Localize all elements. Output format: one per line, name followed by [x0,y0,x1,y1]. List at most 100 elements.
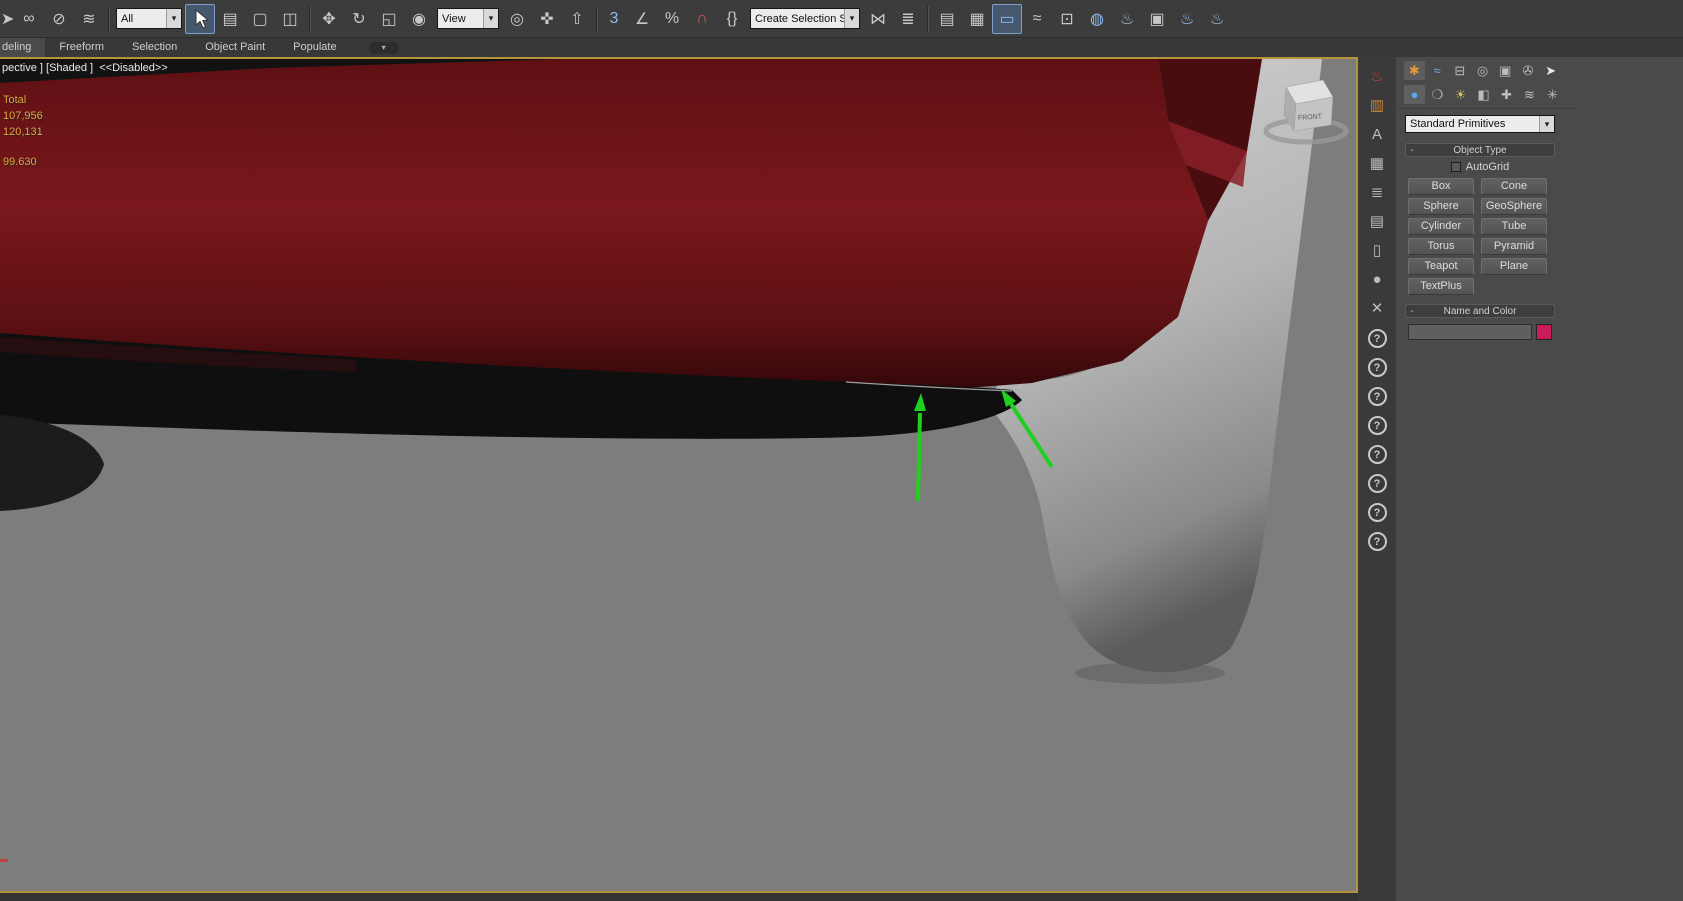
keyboard-override-toggle[interactable]: ⇧ [562,4,592,34]
bind-to-space-warp-button[interactable]: ≋ [74,4,104,34]
unknown-plugin-button[interactable]: ? [1367,474,1387,493]
render-production-button[interactable]: ♨ [1172,4,1202,34]
object-name-input[interactable] [1408,324,1532,340]
selection-filter-dropdown[interactable]: All ▾ [116,8,182,29]
unknown-plugin-button[interactable]: ? [1367,532,1387,551]
angle-snap-button[interactable]: ∠ [627,4,657,34]
use-pivot-center-button[interactable]: ◎ [502,4,532,34]
category-cameras[interactable]: ◧ [1473,85,1494,104]
named-selection-sets-combo[interactable]: Create Selection Se ▾ [750,8,860,29]
render-flyout-button[interactable]: ♨ [1202,4,1232,34]
ribbon-minimize-toggle[interactable]: ▾ [368,41,399,54]
sphere-tool-button[interactable]: ● [1364,266,1390,292]
toolbar-edge-button[interactable]: ➤ [0,4,14,34]
tab-modify[interactable]: ≈ [1427,61,1448,80]
column-tool-button[interactable]: ▯ [1364,237,1390,263]
category-systems[interactable]: ✳ [1542,85,1563,104]
select-object-button[interactable]: ↖ [185,3,215,34]
ribbon-toggle[interactable]: ▭ [992,3,1022,34]
checker-tool-button[interactable]: ▦ [1364,150,1390,176]
snap-3d-icon: 3 [609,9,619,27]
select-and-move-button[interactable]: ✥ [314,4,344,34]
select-and-scale-button[interactable]: ◱ [374,4,404,34]
tab-utilities[interactable]: ✇ [1518,61,1539,80]
plane-button[interactable]: Plane [1481,258,1547,275]
unknown-plugin-button[interactable]: ? [1367,416,1387,435]
object-type-rollout-title: Object Type [1453,144,1507,156]
selection-region-button[interactable]: ▢ [245,4,275,34]
unknown-plugin-button[interactable]: ? [1367,445,1387,464]
primitives-dropdown[interactable]: Standard Primitives ▾ [1405,115,1555,133]
reference-coordinate-dropdown[interactable]: View ▾ [437,8,499,29]
edit-named-selections-button[interactable]: {} [717,4,747,34]
select-and-place-button[interactable]: ◉ [404,4,434,34]
category-space-warps[interactable]: ≋ [1519,85,1540,104]
category-helpers[interactable]: ✚ [1496,85,1517,104]
unknown-plugin-button[interactable]: ? [1367,387,1387,406]
viewport-canvas[interactable]: FRONT [0,59,1356,891]
box-button[interactable]: Box [1408,178,1474,195]
cylinder-button[interactable]: Cylinder [1408,218,1474,235]
autogrid-checkbox[interactable] [1450,162,1461,172]
cone-button[interactable]: Cone [1481,178,1547,195]
tab-motion[interactable]: ◎ [1472,61,1493,80]
ribbon-tab-freeform[interactable]: Freeform [45,38,118,57]
unknown-plugin-button[interactable]: ? [1367,503,1387,522]
unlink-selection-button[interactable]: ⊘ [44,4,74,34]
teapot-tool-button[interactable]: ♨ [1364,63,1390,89]
category-shapes[interactable]: ❍ [1427,85,1448,104]
tab-hierarchy[interactable]: ⊟ [1449,61,1470,80]
panel-menu-button[interactable]: ➤ [1540,61,1561,80]
category-geometry[interactable]: ● [1404,85,1425,104]
sphere-button[interactable]: Sphere [1408,198,1474,215]
schematic-view-button[interactable]: ⊡ [1052,4,1082,34]
tube-button[interactable]: Tube [1481,218,1547,235]
align-button[interactable]: ≣ [893,4,923,34]
category-lights[interactable]: ☀ [1450,85,1471,104]
snap-toggle-3d-button[interactable]: 3 [601,4,627,34]
viewport-label[interactable]: pective ] [Shaded ] <<Disabled>> [2,62,168,74]
mirror-button[interactable]: ⋈ [863,4,893,34]
car-body-mesh[interactable] [0,59,1208,390]
select-by-name-button[interactable]: ▤ [215,4,245,34]
display-icon: ▣ [1499,62,1512,78]
frame-icon: ▣ [1149,10,1165,28]
object-color-swatch[interactable] [1536,324,1552,340]
ribbon-tab-modeling[interactable]: deling [0,38,46,57]
status-bar-strip [0,893,1358,901]
spinner-snap-button[interactable]: ∩ [687,4,717,34]
percent-snap-button[interactable]: % [657,4,687,34]
perspective-viewport[interactable]: FRONT pective ] [Shaded ] <<Disabled>> T… [0,59,1356,891]
tab-display[interactable]: ▣ [1495,61,1516,80]
torus-button[interactable]: Torus [1408,238,1474,255]
rendered-frame-button[interactable]: ▣ [1142,4,1172,34]
select-and-link-button[interactable]: ∞ [14,4,44,34]
tab-create[interactable]: ✱ [1404,61,1425,80]
ribbon-tab-populate[interactable]: Populate [279,38,350,57]
geosphere-button[interactable]: GeoSphere [1481,198,1547,215]
green-arrow-left [916,412,922,502]
teapot-button[interactable]: Teapot [1408,258,1474,275]
name-color-rollout-header[interactable]: - Name and Color [1405,304,1555,318]
select-and-rotate-button[interactable]: ↻ [344,4,374,34]
layers-tool-button[interactable]: ≣ [1364,179,1390,205]
toolbar-separator [596,5,597,32]
window-crossing-toggle[interactable]: ◫ [275,4,305,34]
scene-explorer-toggle[interactable]: ▤ [932,4,962,34]
unknown-plugin-button[interactable]: ? [1367,358,1387,377]
material-editor-button[interactable]: ◍ [1082,4,1112,34]
unknown-plugin-button[interactable]: ? [1367,329,1387,348]
ribbon-tab-selection[interactable]: Selection [118,38,191,57]
pyramid-button[interactable]: Pyramid [1481,238,1547,255]
close-toolbar-button[interactable]: ✕ [1364,295,1390,321]
text-tool-button[interactable]: A [1364,121,1390,147]
object-type-rollout-header[interactable]: - Object Type [1405,143,1555,157]
layer-explorer-toggle[interactable]: ▦ [962,4,992,34]
container-tool-button[interactable]: ▥ [1364,92,1390,118]
render-setup-button[interactable]: ♨ [1112,4,1142,34]
select-and-manipulate-button[interactable]: ✜ [532,4,562,34]
ribbon-tab-object-paint[interactable]: Object Paint [191,38,279,57]
textplus-button[interactable]: TextPlus [1408,278,1474,295]
curve-editor-button[interactable]: ≈ [1022,4,1052,34]
bricks-tool-button[interactable]: ▤ [1364,208,1390,234]
